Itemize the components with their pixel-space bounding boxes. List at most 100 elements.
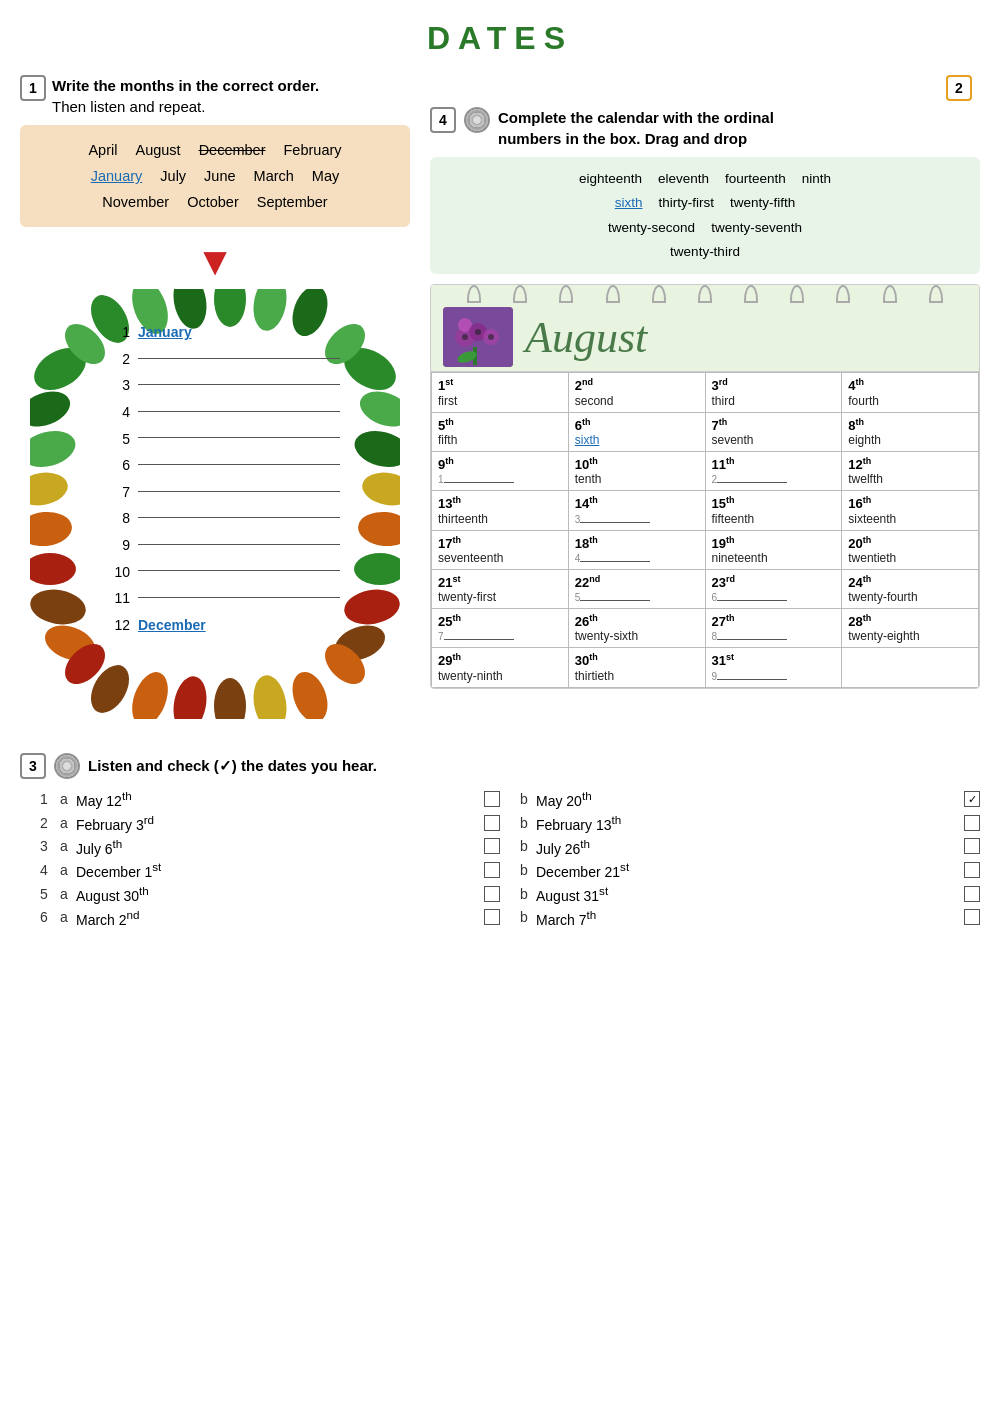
calendar-cell: 19thnineteenth <box>705 530 842 569</box>
cell-ordinal-word: twenty-ninth <box>438 669 562 683</box>
month-september: September <box>257 189 328 215</box>
cell-ordinal-word: twenty-eighth <box>848 629 972 643</box>
listen-checkbox[interactable] <box>484 909 500 925</box>
month-august: August <box>135 137 180 163</box>
listen-ab: b <box>520 909 530 925</box>
cell-ordinal-word: sixth <box>575 433 699 447</box>
calendar-cell: 10thtenth <box>568 451 705 490</box>
ordinal-twentyfifth: twenty-fifth <box>730 191 795 215</box>
cell-ordinal-word: nineteenth <box>712 551 836 565</box>
listen-ab: b <box>520 791 530 807</box>
calendar-cell: 24thtwenty-fourth <box>842 569 979 608</box>
cell-date-number: 15th <box>712 495 836 511</box>
ring <box>559 285 573 303</box>
cell-ordinal-word: 3 <box>575 512 699 526</box>
svg-point-24 <box>169 674 210 719</box>
cell-date-number: 30th <box>575 652 699 668</box>
cell-ordinal-word: 8 <box>712 629 836 643</box>
list-item: 3 <box>110 372 340 399</box>
calendar-cell: 31st9 <box>705 648 842 687</box>
cd-icon-section3 <box>54 753 80 779</box>
month-february: February <box>284 137 342 163</box>
list-item: 7 <box>110 479 340 506</box>
ring <box>929 285 943 303</box>
ordinal-twentyseventh: twenty-seventh <box>711 216 802 240</box>
month-june: June <box>204 163 235 189</box>
listen-ab: a <box>60 909 70 925</box>
ring <box>652 285 666 303</box>
cell-date-number: 16th <box>848 495 972 511</box>
section4-header: 4 Complete the calendar with the ordinal… <box>430 107 980 149</box>
listen-row-b: b May 20th ✓ <box>520 789 980 809</box>
ordinal-eleventh: eleventh <box>658 167 709 191</box>
cell-ordinal-word: 9 <box>712 669 836 683</box>
listen-row-a: 5 a August 30th <box>40 884 500 904</box>
cell-ordinal-word: 4 <box>575 551 699 565</box>
svg-point-1 <box>30 385 75 433</box>
listen-checkbox[interactable] <box>484 838 500 854</box>
listen-checkbox[interactable] <box>964 815 980 831</box>
listen-checkbox[interactable] <box>484 862 500 878</box>
cell-ordinal-word: seventeenth <box>438 551 562 565</box>
month-may: May <box>312 163 339 189</box>
cell-ordinal-word: fifteenth <box>712 512 836 526</box>
listen-date: March 7th <box>536 908 958 928</box>
calendar: August 1stfirst2ndsecond3rdthird4thfourt… <box>430 284 980 689</box>
cell-date-number: 31st <box>712 652 836 668</box>
calendar-rings <box>431 285 979 303</box>
listen-date: July 6th <box>76 837 478 857</box>
svg-point-38 <box>475 329 481 335</box>
cell-ordinal-word: 1 <box>438 472 562 486</box>
month-march: March <box>254 163 294 189</box>
listen-checkbox[interactable] <box>964 838 980 854</box>
list-item: 5 <box>110 426 340 453</box>
svg-point-4 <box>30 510 73 549</box>
month-order-list: 1 January 2 3 4 5 <box>110 319 340 638</box>
svg-point-10 <box>351 426 400 473</box>
ordinal-fourteenth: fourteenth <box>725 167 786 191</box>
listen-checkbox[interactable] <box>484 815 500 831</box>
cell-date-number: 20th <box>848 535 972 551</box>
calendar-cell: 14th3 <box>568 491 705 530</box>
svg-point-37 <box>462 334 468 340</box>
calendar-header: August <box>431 285 979 372</box>
listen-date: May 12th <box>76 789 478 809</box>
svg-point-6 <box>30 586 89 629</box>
list-item: 6 <box>110 452 340 479</box>
cell-ordinal-word: fourth <box>848 394 972 408</box>
list-item: 12 December <box>110 612 340 639</box>
ring <box>513 285 527 303</box>
listen-checkbox[interactable] <box>484 886 500 902</box>
listen-ab: b <box>520 838 530 854</box>
calendar-cell: 11th2 <box>705 451 842 490</box>
ordinal-twentythird: twenty-third <box>670 240 740 264</box>
cell-ordinal-word: twenty-sixth <box>575 629 699 643</box>
listen-date: December 21st <box>536 860 958 880</box>
listen-date: February 3rd <box>76 813 478 833</box>
cell-date-number: 8th <box>848 417 972 433</box>
ring <box>883 285 897 303</box>
calendar-cell: 2ndsecond <box>568 373 705 412</box>
listen-checkbox[interactable] <box>964 862 980 878</box>
listen-checkbox[interactable] <box>964 886 980 902</box>
list-item: 4 <box>110 399 340 426</box>
cell-date-number: 4th <box>848 377 972 393</box>
svg-point-12 <box>357 510 400 549</box>
section1-badge: 1 <box>20 75 46 101</box>
calendar-cell: 9th1 <box>432 451 569 490</box>
listen-checkbox[interactable]: ✓ <box>964 791 980 807</box>
cell-date-number: 11th <box>712 456 836 472</box>
section1-header: 1 Write the months in the correct order.… <box>20 75 410 117</box>
calendar-cell: 21sttwenty-first <box>432 569 569 608</box>
cell-date-number: 17th <box>438 535 562 551</box>
listen-date: February 13th <box>536 813 958 833</box>
listen-row-b: b July 26th <box>520 837 980 857</box>
listen-checkbox[interactable] <box>484 791 500 807</box>
section4-badge: 4 <box>430 107 456 133</box>
listen-checkbox[interactable] <box>964 909 980 925</box>
listen-row-b: b August 31st <box>520 884 980 904</box>
calendar-cell: 12thtwelfth <box>842 451 979 490</box>
listen-date: August 30th <box>76 884 478 904</box>
listen-date: May 20th <box>536 789 958 809</box>
cell-ordinal-word: twelfth <box>848 472 972 486</box>
